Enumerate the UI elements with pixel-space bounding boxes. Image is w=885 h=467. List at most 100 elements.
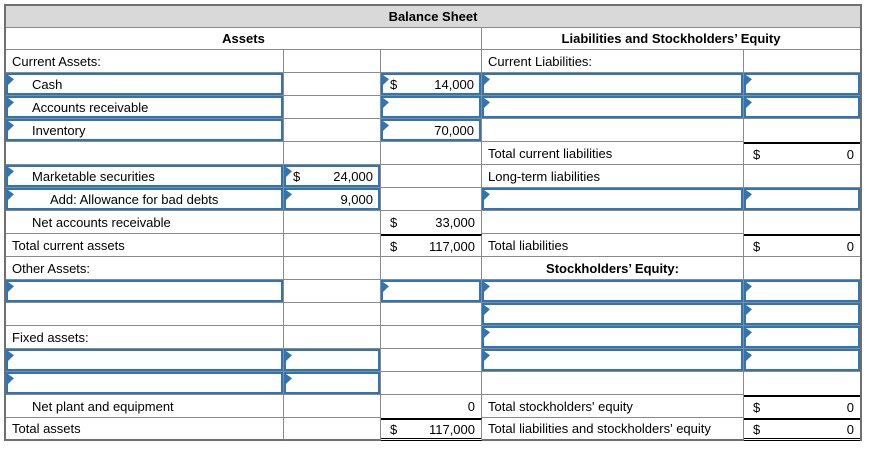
stockholders-equity-heading: Stockholders’ Equity:	[482, 257, 744, 280]
blank-cell	[284, 395, 381, 418]
input-highlight	[744, 188, 860, 210]
answer-marker-icon	[746, 328, 752, 338]
equity-input-2-amount-cell[interactable]	[744, 303, 860, 326]
accounts-receivable-label-cell[interactable]: Accounts receivable	[6, 96, 284, 119]
current-liability-input-2-amount-cell[interactable]	[744, 96, 860, 119]
fixed-asset-input-2-label-cell[interactable]	[6, 372, 284, 395]
blank-cell	[284, 50, 381, 73]
total-assets-amount-cell: $ 117,000	[381, 418, 482, 441]
currency-symbol: $	[753, 146, 761, 162]
cash-value: 14,000	[434, 76, 474, 92]
currency-symbol: $	[753, 238, 761, 254]
blank-cell	[482, 372, 744, 395]
total-current-assets-value: 117,000	[428, 238, 475, 254]
answer-marker-icon	[484, 75, 490, 85]
equity-input-4-amount-cell[interactable]	[744, 349, 860, 372]
blank-cell	[381, 349, 482, 372]
input-highlight	[482, 349, 743, 371]
balance-sheet-table: Balance Sheet Assets Liabilities and Sto…	[4, 4, 862, 441]
net-plant-equipment-amount-cell: 0	[381, 395, 482, 418]
answer-marker-icon	[8, 282, 14, 292]
total-assets-value: 117,000	[428, 421, 475, 437]
currency-symbol: $	[753, 400, 761, 415]
total-current-liabilities-label: Total current liabilities	[482, 142, 744, 165]
input-highlight: 9,000	[284, 188, 380, 210]
equity-input-3-amount-cell[interactable]	[744, 326, 860, 349]
input-highlight	[284, 349, 380, 371]
other-asset-input-amount-cell[interactable]	[381, 280, 482, 303]
total-liabilities-amount-cell: $ 0	[744, 234, 860, 257]
input-highlight	[381, 96, 481, 118]
blank-cell	[284, 418, 381, 441]
other-assets-heading: Other Assets:	[6, 257, 284, 280]
net-accounts-receivable-amount-cell: $ 33,000	[381, 211, 482, 234]
currency-symbol: $	[390, 238, 398, 254]
equity-input-2-label-cell[interactable]	[482, 303, 744, 326]
currency-symbol: $	[390, 215, 398, 230]
currency-symbol: $	[390, 76, 398, 92]
blank-cell	[284, 119, 381, 142]
liabilities-header: Liabilities and Stockholders’ Equity	[482, 28, 860, 50]
input-highlight	[744, 303, 860, 325]
current-liability-input-1-amount-cell[interactable]	[744, 73, 860, 96]
answer-marker-icon	[746, 305, 752, 315]
input-highlight	[744, 326, 860, 348]
input-highlight	[482, 303, 743, 325]
allowance-bad-debts-amount-cell[interactable]: 9,000	[284, 188, 381, 211]
other-asset-input-label-cell[interactable]	[6, 280, 284, 303]
equity-input-4-label-cell[interactable]	[482, 349, 744, 372]
long-term-liabilities-heading: Long-term liabilities	[482, 165, 744, 188]
blank-cell	[6, 142, 284, 165]
marketable-securities-label: Marketable securities	[32, 168, 155, 184]
accounts-receivable-amount-cell[interactable]	[381, 96, 482, 119]
input-highlight	[482, 188, 743, 210]
input-highlight	[6, 349, 283, 371]
blank-cell	[6, 303, 284, 326]
answer-marker-icon	[484, 98, 490, 108]
fixed-asset-input-1-label-cell[interactable]	[6, 349, 284, 372]
blank-cell	[381, 188, 482, 211]
net-plant-equipment-label: Net plant and equipment	[6, 395, 284, 418]
cash-label: Cash	[32, 76, 63, 92]
input-highlight	[482, 73, 743, 95]
total-liab-equity-amount-cell: $ 0	[744, 418, 860, 441]
assets-header: Assets	[6, 28, 482, 50]
cash-label-cell[interactable]: Cash	[6, 73, 284, 96]
equity-input-1-amount-cell[interactable]	[744, 280, 860, 303]
total-current-liabilities-value: 0	[846, 146, 854, 162]
current-liability-input-2-label-cell[interactable]	[482, 96, 744, 119]
marketable-securities-amount-cell[interactable]: $ 24,000	[284, 165, 381, 188]
cash-amount-cell[interactable]: $ 14,000	[381, 73, 482, 96]
blank-cell	[482, 119, 744, 142]
blank-cell	[744, 50, 860, 73]
answer-marker-icon	[746, 282, 752, 292]
marketable-securities-label-cell[interactable]: Marketable securities	[6, 165, 284, 188]
allowance-bad-debts-label-cell[interactable]: Add: Allowance for bad debts	[6, 188, 284, 211]
allowance-bad-debts-value: 9,000	[340, 191, 373, 207]
answer-marker-icon	[8, 374, 14, 384]
answer-marker-icon	[383, 121, 389, 131]
inventory-amount-cell[interactable]: 70,000	[381, 119, 482, 142]
input-highlight	[6, 372, 283, 394]
current-liability-input-1-label-cell[interactable]	[482, 73, 744, 96]
long-term-liability-input-label-cell[interactable]	[482, 188, 744, 211]
equity-input-1-label-cell[interactable]	[482, 280, 744, 303]
fixed-asset-input-2-amount-cell[interactable]	[284, 372, 381, 395]
currency-symbol: $	[293, 168, 301, 184]
fixed-asset-input-1-amount-cell[interactable]	[284, 349, 381, 372]
answer-marker-icon	[8, 190, 14, 200]
input-highlight	[744, 96, 860, 118]
blank-cell	[381, 50, 482, 73]
answer-marker-icon	[8, 351, 14, 361]
total-current-liabilities-amount-cell: $ 0	[744, 142, 860, 165]
blank-cell	[284, 257, 381, 280]
inventory-label-cell[interactable]: Inventory	[6, 119, 284, 142]
input-highlight: $ 24,000	[284, 165, 380, 187]
input-highlight	[482, 280, 743, 302]
equity-input-3-label-cell[interactable]	[482, 326, 744, 349]
long-term-liability-input-amount-cell[interactable]	[744, 188, 860, 211]
blank-cell	[284, 142, 381, 165]
answer-marker-icon	[746, 190, 752, 200]
blank-cell	[744, 119, 860, 142]
input-highlight	[284, 372, 380, 394]
